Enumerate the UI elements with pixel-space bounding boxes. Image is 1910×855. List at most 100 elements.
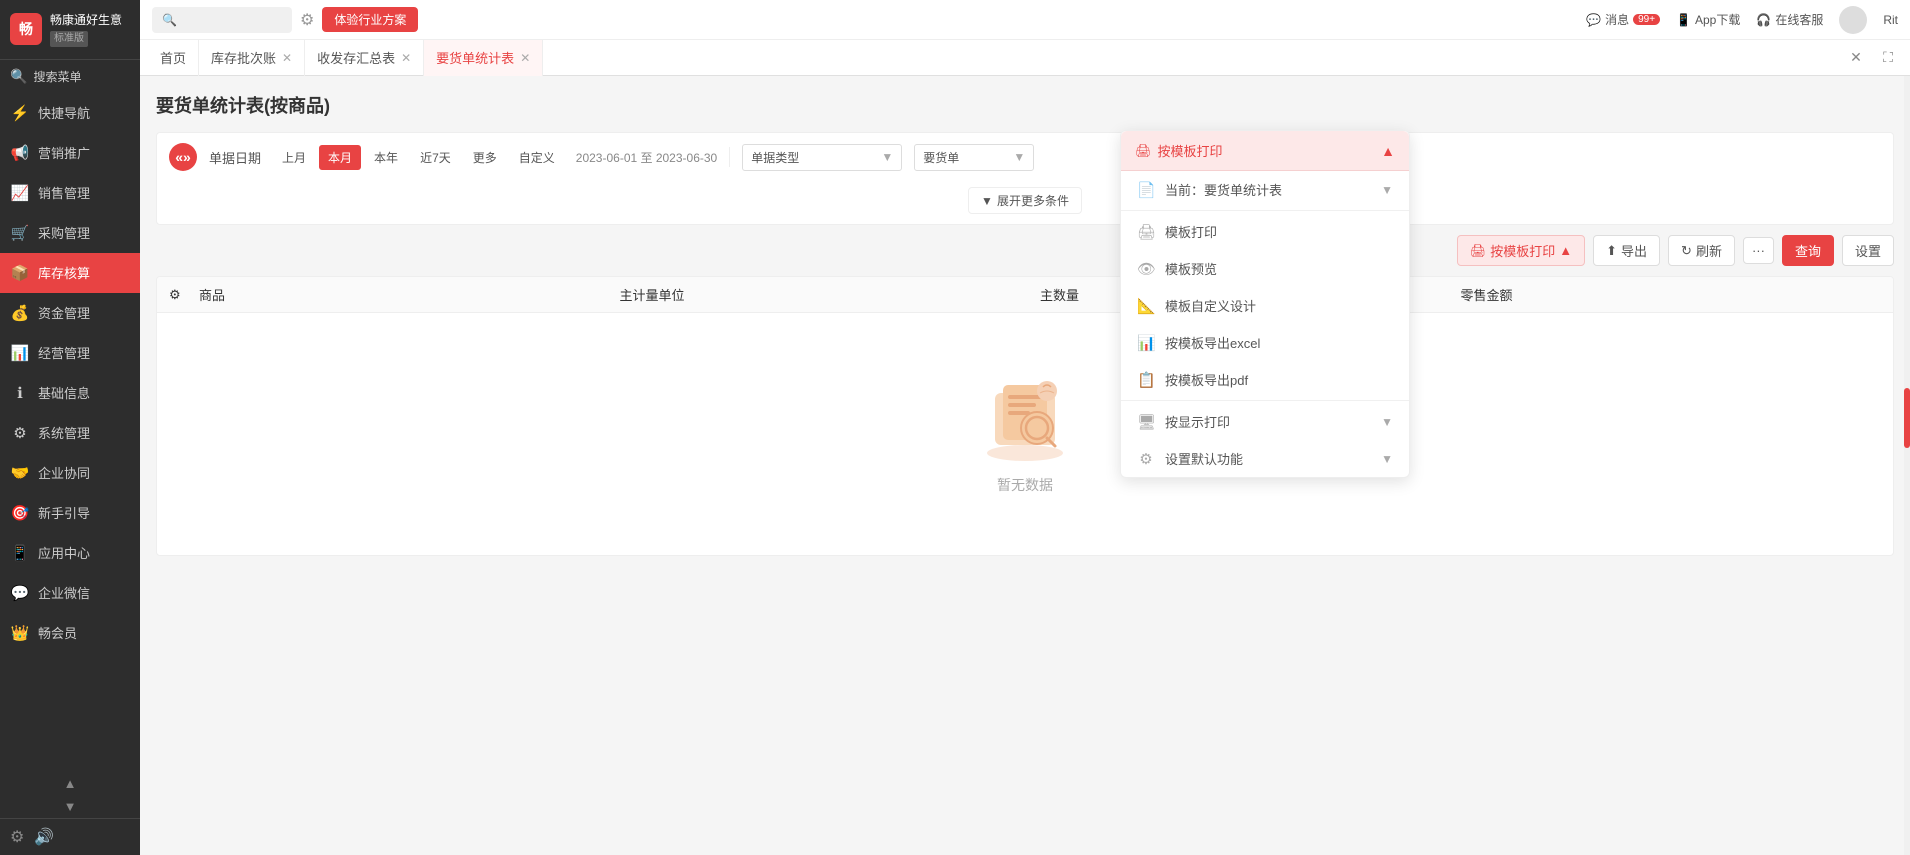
doc-type-select[interactable]: 单据类型 ▼ [742, 144, 902, 171]
table-header: ⚙ 商品 主计量单位 主数量 零售金额 [157, 277, 1893, 313]
top-search-input[interactable]: 🔍 [152, 7, 292, 33]
prev-month-button[interactable]: 上月 [273, 145, 315, 170]
tab-home[interactable]: 首页 [148, 40, 199, 76]
dropdown-collapse-icon[interactable]: ▲ [1381, 143, 1395, 159]
sidebar-item-beginner[interactable]: 🎯 新手引导 [0, 493, 140, 533]
dropdown-template-pdf[interactable]: 📋 按模板导出pdf [1121, 361, 1409, 398]
template-icon: 📄 [1137, 181, 1155, 199]
more-date-button[interactable]: 更多 [464, 145, 506, 170]
query-button[interactable]: 查询 [1782, 235, 1834, 266]
current-year-button[interactable]: 本年 [365, 145, 407, 170]
sidebar-item-enterprise-wechat[interactable]: 💬 企业微信 [0, 573, 140, 613]
sidebar-search-item[interactable]: 🔍 搜索菜单 [0, 60, 140, 93]
filter-row-1: «» 单据日期 上月 本月 本年 近7天 更多 自定义 2023-06-01 至… [169, 143, 1881, 171]
display-print-icon: 🖥 [1137, 413, 1155, 431]
sidebar-scroll-down[interactable]: ▼ [0, 795, 140, 818]
sidebar-item-membership[interactable]: 👑 畅会员 [0, 613, 140, 653]
dropdown-divider-1 [1121, 210, 1409, 211]
table-column-gear[interactable]: ⚙ [169, 287, 199, 303]
marketing-icon: 📢 [10, 143, 30, 163]
export-icon: ⬆ [1606, 243, 1617, 259]
trial-button[interactable]: 体验行业方案 [322, 7, 418, 32]
online-service-button[interactable]: 🎧 在线客服 [1756, 11, 1823, 28]
dropdown-printer-icon: 🖨 [1135, 143, 1152, 159]
sidebar-item-finance[interactable]: 💰 资金管理 [0, 293, 140, 333]
sidebar-item-app-center[interactable]: 📱 应用中心 [0, 533, 140, 573]
data-table: ⚙ 商品 主计量单位 主数量 零售金额 [156, 276, 1894, 556]
settings-icon[interactable]: ⚙ [10, 827, 24, 847]
volume-icon[interactable]: 🔊 [34, 827, 54, 847]
expand-more-button[interactable]: ▼ 展开更多条件 [968, 187, 1082, 214]
sidebar-item-quick-nav[interactable]: ⚡ 快捷导航 [0, 93, 140, 133]
sidebar-item-basic[interactable]: ℹ 基础信息 [0, 373, 140, 413]
gear-icon[interactable]: ⚙ [300, 10, 314, 30]
dropdown-set-default[interactable]: ⚙ 设置默认功能 ▼ [1121, 440, 1409, 477]
dropdown-template-design[interactable]: 📐 模板自定义设计 [1121, 287, 1409, 324]
sidebar-item-operations[interactable]: 📊 经营管理 [0, 333, 140, 373]
dropdown-template-preview[interactable]: 👁 模板预览 [1121, 250, 1409, 287]
user-name[interactable]: Rit [1883, 13, 1898, 27]
sidebar-scroll-up[interactable]: ▲ [0, 772, 140, 795]
user-avatar[interactable] [1839, 6, 1867, 34]
set-default-icon: ⚙ [1137, 450, 1155, 468]
filter-expand-button[interactable]: «» [169, 143, 197, 171]
filter-bar: «» 单据日期 上月 本月 本年 近7天 更多 自定义 2023-06-01 至… [156, 132, 1894, 225]
app-download-button[interactable]: 📱 App下载 [1676, 11, 1740, 28]
excel-icon: 📊 [1137, 334, 1155, 352]
dropdown-divider-2 [1121, 400, 1409, 401]
operations-icon: 📊 [10, 343, 30, 363]
settings-button[interactable]: 设置 [1842, 235, 1894, 266]
tab-close-all-button[interactable]: ✕ [1842, 44, 1870, 72]
dropdown-display-print[interactable]: 🖥 按显示打印 ▼ [1121, 403, 1409, 440]
top-bar: 🔍 ⚙ 体验行业方案 💬 消息 99+ 📱 App下载 🎧 在线客服 Rit [140, 0, 1910, 40]
sidebar-item-sales[interactable]: 📈 销售管理 [0, 173, 140, 213]
date-group: 上月 本月 本年 近7天 更多 自定义 [273, 145, 564, 170]
tab-close-receipt-summary[interactable]: ✕ [401, 51, 411, 65]
sales-icon: 📈 [10, 183, 30, 203]
yaohuod-filter[interactable]: 要货单 ▼ [914, 144, 1034, 171]
dropdown-template-print[interactable]: 🖨 模板打印 [1121, 213, 1409, 250]
refresh-icon: ↻ [1681, 243, 1692, 259]
message-icon: 💬 [1586, 13, 1601, 27]
sidebar-nav: ⚡ 快捷导航 📢 营销推广 📈 销售管理 🛒 采购管理 📦 库存核算 💰 资金管… [0, 93, 140, 772]
scrollbar-thumb[interactable] [1904, 388, 1910, 448]
tab-close-order-stats[interactable]: ✕ [520, 51, 530, 65]
sidebar: 畅 畅康通好生意 标准版 🔍 搜索菜单 ⚡ 快捷导航 📢 营销推广 📈 销售管理… [0, 0, 140, 855]
more-options-button[interactable]: ··· [1743, 237, 1774, 264]
last-7-days-button[interactable]: 近7天 [411, 145, 460, 170]
quick-nav-icon: ⚡ [10, 103, 30, 123]
sidebar-item-marketing[interactable]: 📢 营销推广 [0, 133, 140, 173]
chevron-right-icon-3: ▼ [1381, 452, 1393, 466]
dropdown-template-excel[interactable]: 📊 按模板导出excel [1121, 324, 1409, 361]
messages-button[interactable]: 💬 消息 99+ [1586, 11, 1660, 28]
sidebar-item-cooperation[interactable]: 🤝 企业协同 [0, 453, 140, 493]
preview-icon: 👁 [1137, 260, 1155, 278]
printer-icon: 🖨 [1470, 243, 1487, 259]
finance-icon: 💰 [10, 303, 30, 323]
tab-inventory-batch[interactable]: 库存批次账 ✕ [199, 40, 305, 76]
custom-date-button[interactable]: 自定义 [510, 145, 564, 170]
cooperation-icon: 🤝 [10, 463, 30, 483]
sidebar-item-inventory[interactable]: 📦 库存核算 [0, 253, 140, 293]
yaohuod-label: 要货单 [923, 149, 959, 166]
tab-close-inventory-batch[interactable]: ✕ [282, 51, 292, 65]
app-logo-icon: 畅 [10, 13, 42, 45]
dropdown-current-template[interactable]: 📄 当前：要货单统计表 ▼ [1121, 171, 1409, 208]
tab-receipt-summary[interactable]: 收发存汇总表 ✕ [305, 40, 424, 76]
refresh-button[interactable]: ↻ 刷新 [1668, 235, 1735, 266]
action-bar: 🖨 按模板打印 ▲ ⬆ 导出 ↻ 刷新 ··· 查询 设置 [156, 235, 1894, 266]
beginner-icon: 🎯 [10, 503, 30, 523]
print-button[interactable]: 🖨 按模板打印 ▲ [1457, 235, 1585, 266]
empty-icon [975, 373, 1075, 463]
export-button[interactable]: ⬆ 导出 [1593, 235, 1660, 266]
sidebar-item-system[interactable]: ⚙ 系统管理 [0, 413, 140, 453]
sidebar-item-purchase[interactable]: 🛒 采购管理 [0, 213, 140, 253]
service-icon: 🎧 [1756, 13, 1771, 27]
tab-order-stats[interactable]: 要货单统计表 ✕ [424, 40, 543, 76]
tab-right-controls: ✕ ⛶ [1842, 44, 1902, 72]
table-column-retail-amount: 零售金额 [1461, 285, 1882, 304]
tab-maximize-button[interactable]: ⛶ [1874, 44, 1902, 72]
current-month-button[interactable]: 本月 [319, 145, 361, 170]
top-search-icon: 🔍 [162, 13, 177, 27]
design-icon: 📐 [1137, 297, 1155, 315]
